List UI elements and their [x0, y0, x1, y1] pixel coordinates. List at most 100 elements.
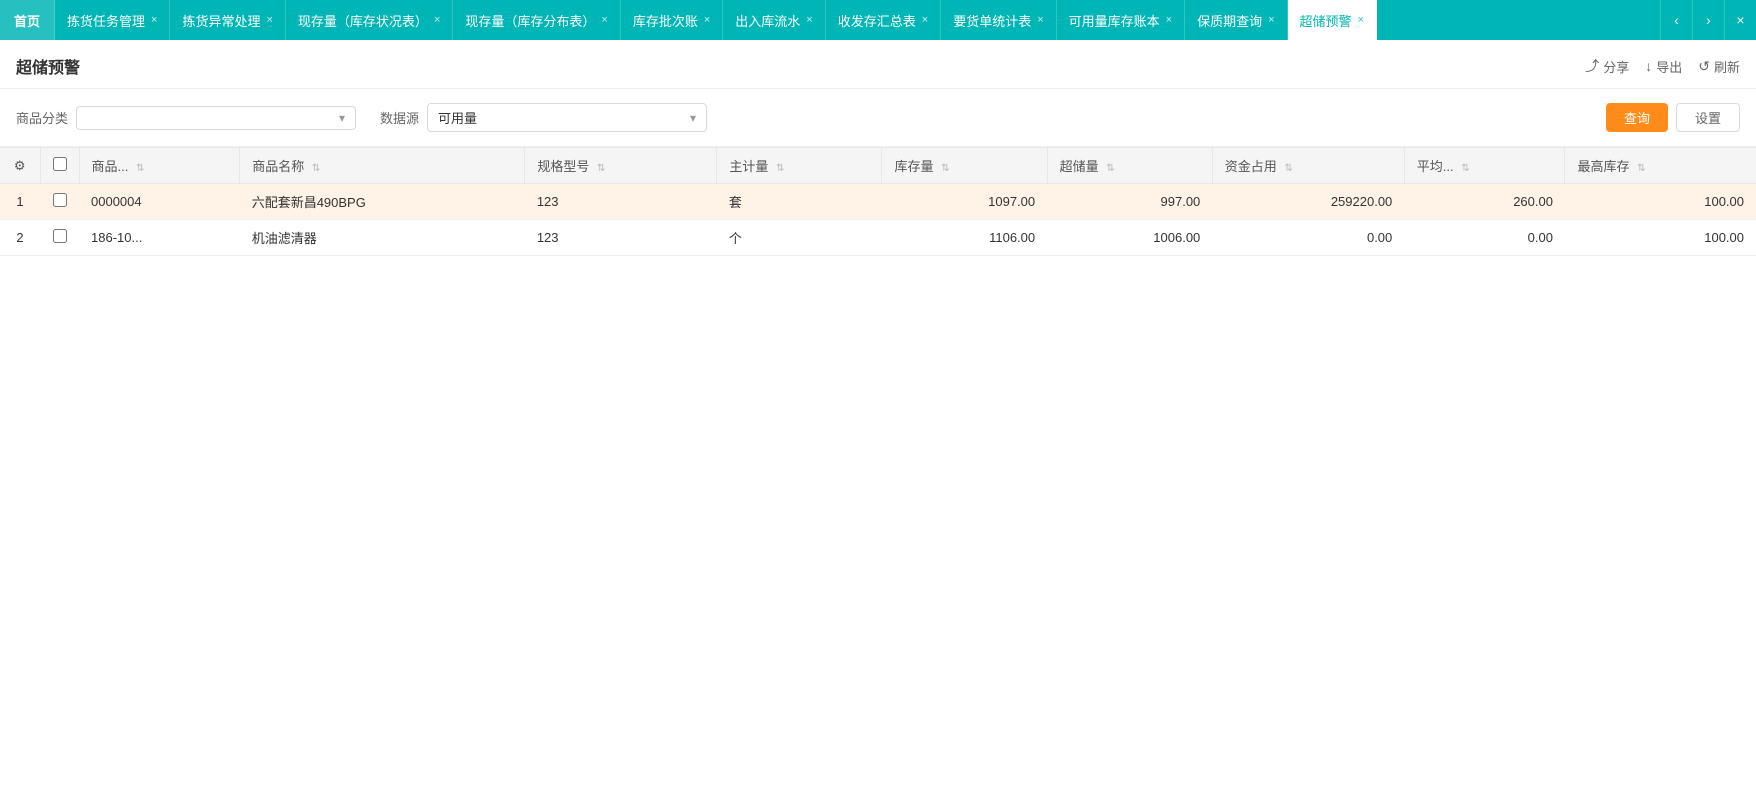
gear-icon: ⚙: [14, 158, 26, 173]
share-button[interactable]: ⤴ 分享: [1585, 56, 1629, 76]
row-checkbox[interactable]: [53, 193, 67, 207]
sort-icon: ⇅: [597, 163, 605, 174]
header-actions: ⤴ 分享 ↓ 导出 ↺ 刷新: [1585, 56, 1740, 76]
table-row: 1 0000004 六配套新昌490BPG 123 套 1097.00 997.…: [0, 184, 1756, 220]
close-icon[interactable]: ×: [601, 14, 607, 26]
nav-prev-arrow[interactable]: ‹: [1660, 0, 1692, 40]
datasource-filter-group: 数据源 可用量 ▾: [380, 103, 707, 132]
sort-icon: ⇅: [136, 163, 144, 174]
close-icon[interactable]: ×: [1166, 14, 1172, 26]
nav-home[interactable]: 首页: [0, 0, 55, 40]
nav-tab-3[interactable]: 现存量（库存分布表） ×: [453, 0, 620, 40]
sort-icon: ⇅: [1284, 163, 1292, 174]
nav-tab-7[interactable]: 要货单统计表 ×: [941, 0, 1056, 40]
th-spec[interactable]: 规格型号 ⇅: [525, 148, 717, 184]
td-product-name: 六配套新昌490BPG: [240, 184, 525, 220]
td-stock: 1106.00: [882, 220, 1047, 256]
sort-icon: ⇅: [1461, 163, 1469, 174]
settings-button[interactable]: 设置: [1676, 103, 1740, 132]
nav-tab-2[interactable]: 现存量（库存状况表） ×: [286, 0, 453, 40]
th-checkbox: [40, 148, 79, 184]
th-stock[interactable]: 库存量 ⇅: [882, 148, 1047, 184]
td-overstock: 997.00: [1047, 184, 1212, 220]
close-icon[interactable]: ×: [1268, 14, 1274, 26]
td-unit: 个: [717, 220, 882, 256]
th-avg[interactable]: 平均... ⇅: [1404, 148, 1565, 184]
page-title: 超储预警: [16, 54, 80, 78]
td-spec: 123: [525, 220, 717, 256]
td-product-code: 186-10...: [79, 220, 240, 256]
nav-tab-8[interactable]: 可用量库存账本 ×: [1057, 0, 1185, 40]
td-stock: 1097.00: [882, 184, 1047, 220]
nav-tab-4[interactable]: 库存批次账 ×: [621, 0, 723, 40]
share-icon: ⤴: [1585, 56, 1599, 76]
td-max-stock: 100.00: [1565, 184, 1756, 220]
datasource-label: 数据源: [380, 108, 419, 127]
category-filter-group: 商品分类 ▾: [16, 106, 356, 130]
nav-tab-10[interactable]: 超储预警 ×: [1288, 0, 1377, 40]
refresh-icon: ↺: [1698, 58, 1710, 75]
datasource-select[interactable]: 可用量 ▾: [427, 103, 707, 132]
nav-tab-6[interactable]: 收发存汇总表 ×: [826, 0, 941, 40]
chevron-down-icon: ▾: [690, 111, 696, 125]
nav-tab-5[interactable]: 出入库流水 ×: [723, 0, 825, 40]
page-content: 超储预警 ⤴ 分享 ↓ 导出 ↺ 刷新 商品分类 ▾ 数据源: [0, 40, 1756, 800]
row-checkbox[interactable]: [53, 229, 67, 243]
sort-icon: ⇅: [1106, 163, 1114, 174]
nav-tab-1[interactable]: 拣货异常处理 ×: [170, 0, 285, 40]
th-product-code[interactable]: 商品... ⇅: [79, 148, 240, 184]
category-select[interactable]: ▾: [76, 106, 356, 130]
table-container: ⚙ 商品... ⇅ 商品名称 ⇅ 规格型号 ⇅: [0, 147, 1756, 256]
th-capital[interactable]: 资金占用 ⇅: [1212, 148, 1404, 184]
td-checkbox: [40, 184, 79, 220]
chevron-down-icon: ▾: [339, 111, 345, 125]
td-index: 2: [0, 220, 40, 256]
export-button[interactable]: ↓ 导出: [1645, 57, 1682, 76]
export-icon: ↓: [1645, 58, 1652, 74]
td-max-stock: 100.00: [1565, 220, 1756, 256]
datasource-select-value: 可用量: [438, 108, 477, 127]
th-unit[interactable]: 主计量 ⇅: [717, 148, 882, 184]
nav-tab-0[interactable]: 拣货任务管理 ×: [55, 0, 170, 40]
th-max-stock[interactable]: 最高库存 ⇅: [1565, 148, 1756, 184]
close-icon[interactable]: ×: [151, 14, 157, 26]
sort-icon: ⇅: [1637, 163, 1645, 174]
close-icon[interactable]: ×: [1037, 14, 1043, 26]
sort-icon: ⇅: [776, 163, 784, 174]
th-settings[interactable]: ⚙: [0, 148, 40, 184]
refresh-button[interactable]: ↺ 刷新: [1698, 57, 1740, 76]
td-spec: 123: [525, 184, 717, 220]
nav-arrows: ‹ › ×: [1660, 0, 1756, 40]
category-label: 商品分类: [16, 108, 68, 127]
close-icon[interactable]: ×: [922, 14, 928, 26]
td-product-code: 0000004: [79, 184, 240, 220]
data-table: ⚙ 商品... ⇅ 商品名称 ⇅ 规格型号 ⇅: [0, 147, 1756, 256]
th-product-name[interactable]: 商品名称 ⇅: [240, 148, 525, 184]
close-icon[interactable]: ×: [806, 14, 812, 26]
sort-icon: ⇅: [312, 163, 320, 174]
close-icon[interactable]: ×: [704, 14, 710, 26]
select-all-checkbox[interactable]: [53, 157, 67, 171]
filter-bar: 商品分类 ▾ 数据源 可用量 ▾ 查询 设置: [0, 89, 1756, 147]
nav-close-arrow[interactable]: ×: [1724, 0, 1756, 40]
td-overstock: 1006.00: [1047, 220, 1212, 256]
nav-next-arrow[interactable]: ›: [1692, 0, 1724, 40]
table-header-row: ⚙ 商品... ⇅ 商品名称 ⇅ 规格型号 ⇅: [0, 148, 1756, 184]
td-avg: 260.00: [1404, 184, 1565, 220]
th-overstock[interactable]: 超储量 ⇅: [1047, 148, 1212, 184]
query-button[interactable]: 查询: [1606, 103, 1668, 132]
close-icon[interactable]: ×: [266, 14, 272, 26]
td-capital: 259220.00: [1212, 184, 1404, 220]
filter-actions: 查询 设置: [1606, 103, 1740, 132]
close-icon[interactable]: ×: [434, 14, 440, 26]
sort-icon: ⇅: [941, 163, 949, 174]
nav-bar: 首页 拣货任务管理 × 拣货异常处理 × 现存量（库存状况表） × 现存量（库存…: [0, 0, 1756, 40]
td-index: 1: [0, 184, 40, 220]
td-unit: 套: [717, 184, 882, 220]
close-icon[interactable]: ×: [1358, 14, 1364, 26]
td-product-name: 机油滤清器: [240, 220, 525, 256]
td-checkbox: [40, 220, 79, 256]
td-capital: 0.00: [1212, 220, 1404, 256]
nav-tab-9[interactable]: 保质期查询 ×: [1185, 0, 1287, 40]
table-body: 1 0000004 六配套新昌490BPG 123 套 1097.00 997.…: [0, 184, 1756, 256]
